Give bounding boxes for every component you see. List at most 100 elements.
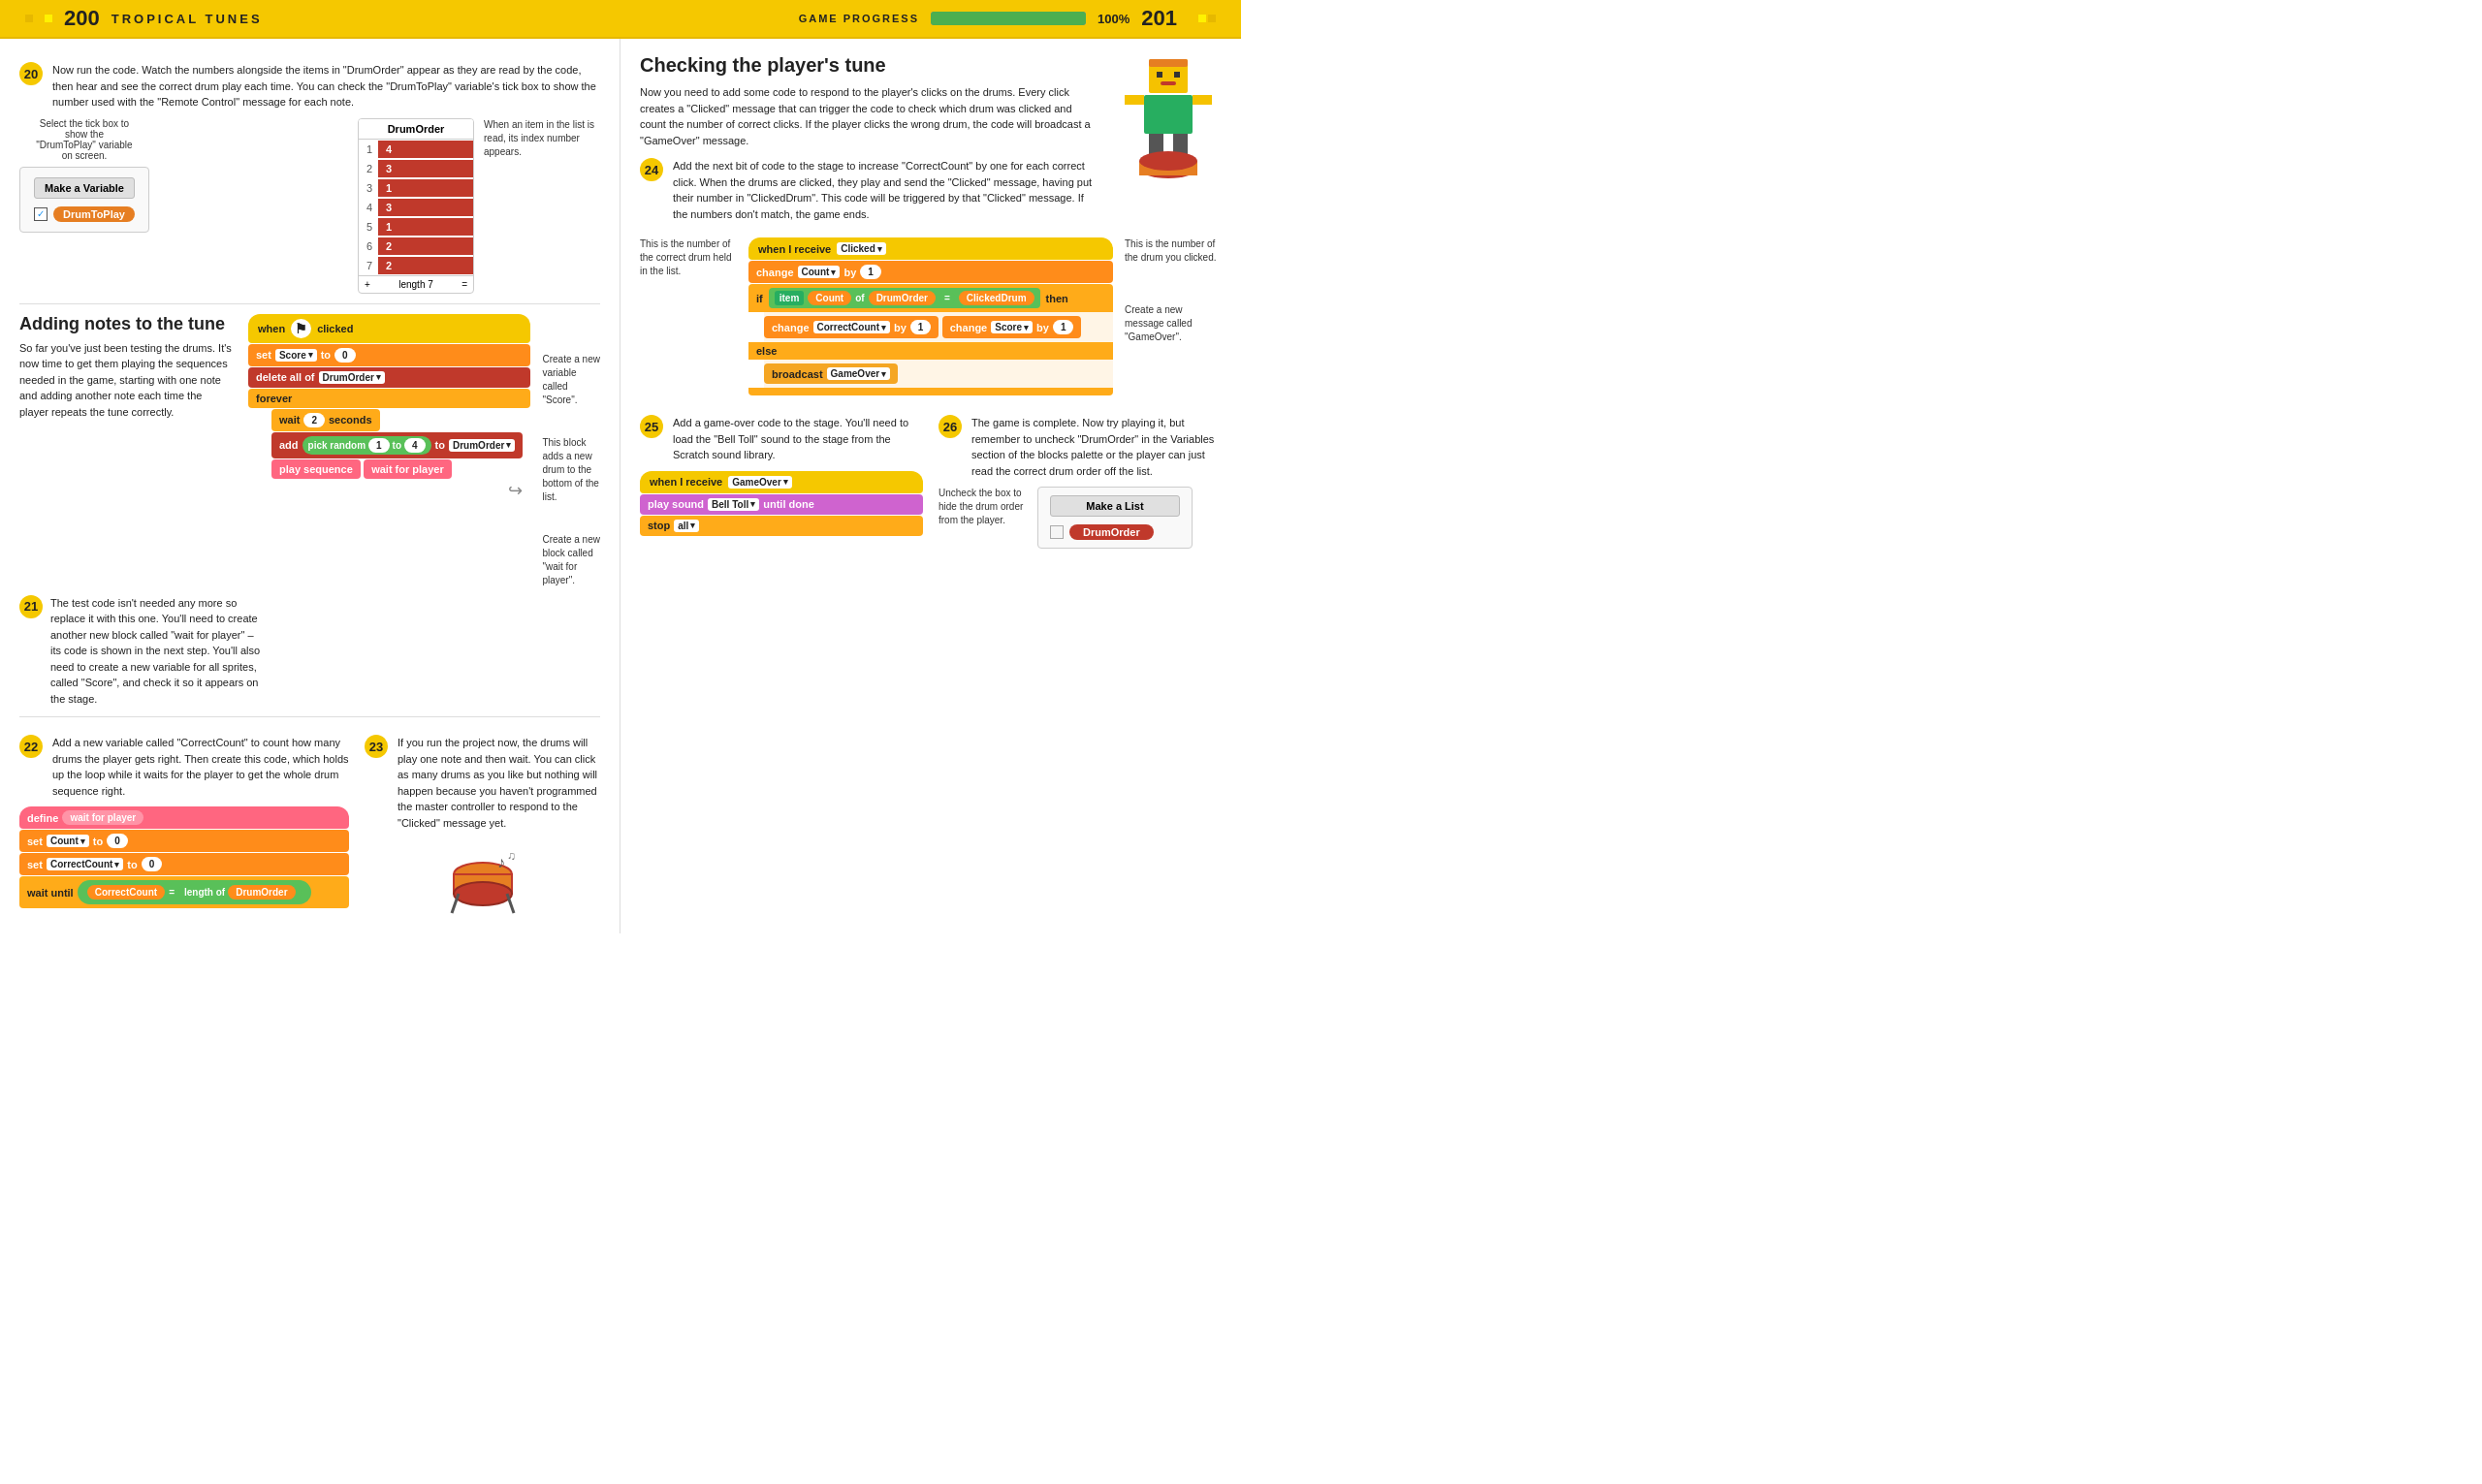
when-receive-gameover: when I receive GameOver [640,471,923,493]
step-22: 22 Add a new variable called "CorrectCou… [19,735,349,799]
progress-label: Game Progress [799,13,919,24]
make-list-button[interactable]: Make a List [1050,495,1180,517]
step-26-number: 26 [939,415,962,438]
step-26: 26 The game is complete. Now try playing… [939,415,1222,479]
drum-illustration: ♪ ♫ [444,840,522,918]
wait-seconds-block: wait 2 seconds [271,409,380,431]
set-score-block: set Score to 0 [248,344,530,366]
page-header: 200 Tropical Tunes Game Progress 100% 20… [0,0,1241,39]
svg-rect-13 [1125,95,1144,105]
step-24-number: 24 [640,158,663,181]
define-block: define wait for player [19,806,349,829]
svg-rect-8 [1149,59,1188,67]
drum-order-title: DrumOrder [359,119,473,140]
step-24-blocks-area: This is the number of the correct drum h… [640,237,1222,395]
step-24-text: Add the next bit of code to the stage to… [673,158,1099,222]
main-content: 20 Now run the code. Watch the numbers a… [0,39,1241,933]
svg-text:♪: ♪ [497,854,505,870]
play-sequence-block: play sequence [271,459,361,479]
wait-for-player-block: wait for player [364,459,452,479]
change-correctcount-block: change CorrectCount by 1 [764,316,939,338]
make-list-box: Make a List DrumOrder [1037,487,1193,549]
section-adding-body: So far you've just been testing the drum… [19,340,233,421]
step-25-text: Add a game-over code to the stage. You'l… [673,415,923,463]
svg-point-2 [454,882,512,905]
inner-stack-24: when I receive Clicked change Count by 1… [748,237,1113,395]
drumorder-list-badge: DrumOrder [1069,524,1154,540]
wait-until-block: wait until CorrectCount = length of Drum… [19,876,349,908]
svg-text:♫: ♫ [507,849,516,863]
step-21-number: 21 [19,595,43,618]
forever-block: forever [248,389,530,408]
section-adding-title: Adding notes to the tune [19,314,233,334]
drum-order-row-2: 23 [359,159,473,178]
scratch-stack-25: when I receive GameOver play sound Bell … [640,471,923,536]
variable-check-row: ✓ DrumToPlay [34,206,135,222]
progress-bar-fill [931,12,1086,25]
if-condition: item Count of DrumOrder = ClickedDrum [769,288,1040,308]
scratch-stack-22: define wait for player set Count to 0 se… [19,806,349,908]
step-22-text: Add a new variable called "CorrectCount"… [52,735,349,799]
drumorder-checkbox[interactable] [1050,525,1064,539]
step-23-number: 23 [365,735,388,758]
drum-order-row-7: 72 [359,256,473,275]
annotation-gameover: Create a new message called "GameOver". [1125,303,1222,344]
step-24: 24 Add the next bit of code to the stage… [640,158,1099,222]
right-page-title: Checking the player's tune [640,54,1099,77]
drum-order-row-4: 43 [359,198,473,217]
drumorder-dropdown-2: DrumOrder [449,439,515,452]
svg-rect-14 [1193,95,1212,105]
step-20: 20 Now run the code. Watch the numbers a… [19,62,600,111]
header-right: Game Progress 100% 201 [799,6,1225,31]
scratch-stack-21: when ⚑ clicked set Score to 0 delete all… [248,314,530,501]
forever-body: wait 2 seconds add pick random 1 to 4 to [271,409,530,479]
if-container-24: if item Count of DrumOrder = ClickedDrum… [748,284,1113,395]
drumtoplay-checkbox[interactable]: ✓ [34,207,48,221]
score-dropdown: Score [275,349,317,362]
else-body-24: broadcast GameOver [764,360,1113,388]
drum-order-footer: + length 7 = [359,275,473,293]
right-sprite-col [1115,54,1222,230]
change-count-block: change Count by 1 [748,261,1113,283]
right-text-col: Checking the player's tune Now you need … [640,54,1099,230]
step-20-text: Now run the code. Watch the numbers alon… [52,62,600,111]
make-list-area: Uncheck the box to hide the drum order f… [939,487,1222,549]
progress-percent: 100% [1098,12,1130,26]
if-header-24: if item Count of DrumOrder = ClickedDrum… [748,284,1113,312]
play-sound-block: play sound Bell Toll until done [640,494,923,515]
step-21-text: The test code isn't needed any more so r… [50,595,264,708]
svg-rect-11 [1161,81,1176,85]
annotation-uncheck: Uncheck the box to hide the drum order f… [939,487,1026,527]
delete-all-block: delete all of DrumOrder [248,367,530,388]
pixel-decoration-left [16,15,52,22]
divider-1 [19,303,600,304]
play-sound-label: play sound [648,498,704,510]
make-variable-button[interactable]: Make a Variable [34,177,135,199]
annotation-list: When an item in the list is read, its in… [484,118,600,159]
step-23-text: If you run the project now, the drums wi… [398,735,600,831]
step-22-number: 22 [19,735,43,758]
header-left: 200 Tropical Tunes [16,6,263,31]
step-26-text: The game is complete. Now try playing it… [971,415,1222,479]
broadcast-gameover-block: broadcast GameOver [764,363,898,384]
drum-order-list: DrumOrder 14 23 31 43 51 62 72 + length … [358,118,474,294]
divider-2 [19,716,600,717]
right-page-body: Now you need to add some code to respond… [640,84,1099,148]
step-25-number: 25 [640,415,663,438]
when-receive-clicked: when I receive Clicked [748,237,1113,260]
annotation-clicked-drum: This is the number of the drum you click… [1125,237,1222,265]
step-23: 23 If you run the project now, the drums… [365,735,600,831]
step-20-number: 20 [19,62,43,85]
svg-rect-9 [1157,72,1162,78]
right-layout: Checking the player's tune Now you need … [640,54,1222,230]
steps-22-23: 22 Add a new variable called "CorrectCou… [19,727,600,918]
boolean-condition: CorrectCount = length of DrumOrder [78,880,311,904]
drum-order-row-3: 31 [359,178,473,198]
clicked-label: clicked [317,323,353,334]
if-body-24: change CorrectCount by 1 change Score by… [764,312,1113,342]
step-25-col: 25 Add a game-over code to the stage. Yo… [640,407,923,549]
right-page-number: 201 [1141,6,1177,31]
steps-25-26: 25 Add a game-over code to the stage. Yo… [640,407,1222,549]
curved-arrow: ↪ [248,480,530,501]
page-title: Tropical Tunes [111,12,263,26]
